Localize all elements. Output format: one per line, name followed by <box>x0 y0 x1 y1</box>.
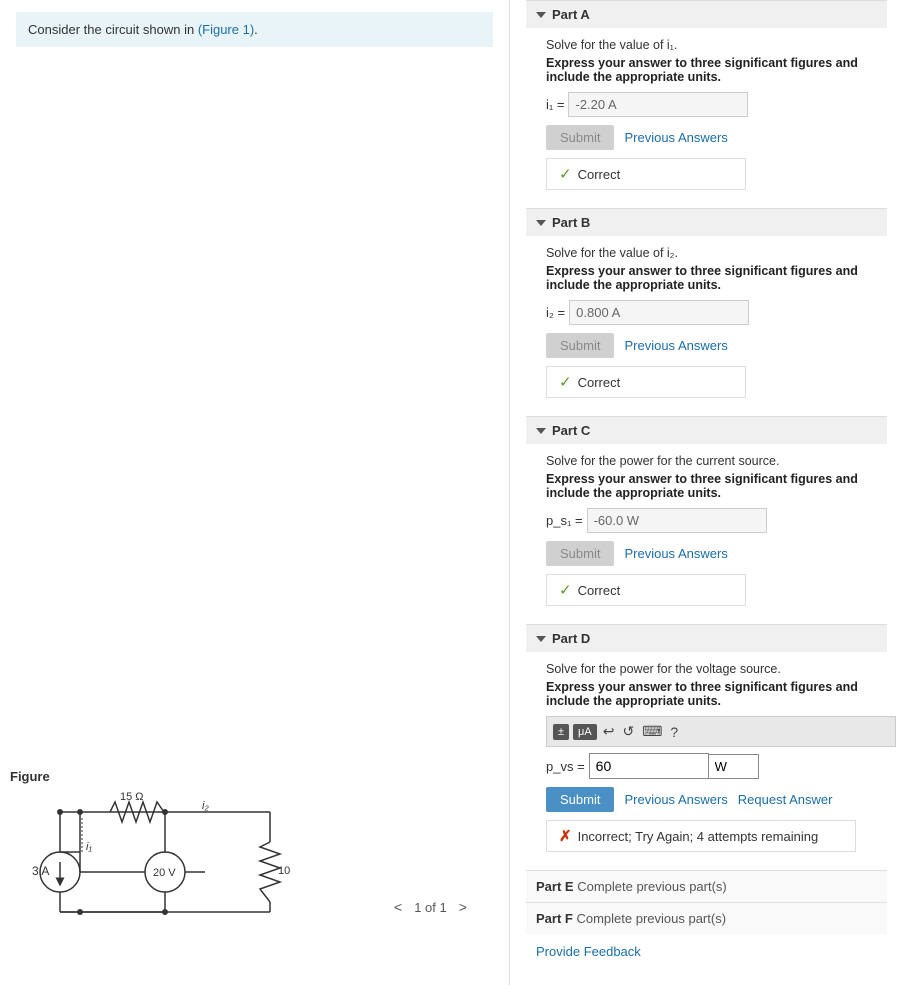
figure-link[interactable]: (Figure 1) <box>198 22 254 37</box>
part-c-solve-text: Solve for the power for the current sour… <box>546 454 877 468</box>
figure-label: Figure <box>10 769 290 784</box>
part-a-correct-text: Correct <box>578 167 621 182</box>
part-a-body: Solve for the value of i₁. Express your … <box>526 28 887 200</box>
part-b-instruction: Express your answer to three significant… <box>546 264 877 292</box>
part-c-section: Part C Solve for the power for the curre… <box>526 416 887 616</box>
right-panel: Part A Solve for the value of i₁. Expres… <box>510 0 903 985</box>
part-e-row: Part E Complete previous part(s) <box>526 870 887 902</box>
part-b-label: Part B <box>552 215 590 230</box>
part-b-header[interactable]: Part B <box>526 208 887 236</box>
toolbar-help-btn[interactable]: ? <box>668 722 680 742</box>
part-d-answer-row: p_vs = <box>546 753 877 779</box>
part-b-input[interactable] <box>569 300 749 325</box>
part-d-request-answer[interactable]: Request Answer <box>738 792 833 807</box>
part-d-x-icon: ✗ <box>559 827 572 845</box>
left-panel: Consider the circuit shown in (Figure 1)… <box>0 0 510 985</box>
svg-text:15 Ω: 15 Ω <box>120 792 144 803</box>
part-a-button-row: Submit Previous Answers <box>546 125 877 150</box>
part-c-instruction: Express your answer to three significant… <box>546 472 877 500</box>
part-a-prefix: i₁ = <box>546 97 564 112</box>
part-a-label: Part A <box>552 7 590 22</box>
svg-text:10 Ω: 10 Ω <box>278 865 290 877</box>
part-b-prefix: i₂ = <box>546 305 565 320</box>
part-d-prev-answers[interactable]: Previous Answers <box>624 792 727 807</box>
part-c-triangle <box>536 428 546 434</box>
part-d-section: Part D Solve for the power for the volta… <box>526 624 887 862</box>
part-c-label: Part C <box>552 423 590 438</box>
part-b-correct-box: ✓ Correct <box>546 366 746 398</box>
part-b-triangle <box>536 220 546 226</box>
part-a-correct-box: ✓ Correct <box>546 158 746 190</box>
prev-figure-button[interactable]: < <box>390 897 406 917</box>
part-a-triangle <box>536 12 546 18</box>
figure-nav: < 1 of 1 > <box>390 897 471 917</box>
part-f-row: Part F Complete previous part(s) <box>526 902 887 934</box>
toolbar-undo-btn[interactable]: ↩ <box>601 721 617 742</box>
part-b-solve-text: Solve for the value of i₂. <box>546 246 877 260</box>
svg-text:i₂: i₂ <box>202 800 209 812</box>
circuit-diagram: 3 A 20 V 15 Ω i₂ <box>10 792 290 925</box>
part-b-check-icon: ✓ <box>559 373 572 391</box>
part-a-input[interactable] <box>568 92 748 117</box>
figure-area: Figure 3 A 20 V <box>10 769 290 925</box>
part-d-incorrect-text: Incorrect; Try Again; 4 attempts remaini… <box>578 829 819 844</box>
part-d-label: Part D <box>552 631 590 646</box>
part-e-label: Part E <box>536 879 574 894</box>
part-a-header[interactable]: Part A <box>526 0 887 28</box>
part-a-solve-text: Solve for the value of i₁. <box>546 38 877 52</box>
problem-text: Consider the circuit shown in <box>28 22 198 37</box>
part-b-button-row: Submit Previous Answers <box>546 333 877 358</box>
part-c-correct-box: ✓ Correct <box>546 574 746 606</box>
next-figure-button[interactable]: > <box>455 897 471 917</box>
toolbar-redo-btn[interactable]: ↺ <box>620 721 636 742</box>
part-d-body: Solve for the power for the voltage sour… <box>526 652 887 862</box>
part-b-correct-text: Correct <box>578 375 621 390</box>
part-d-header[interactable]: Part D <box>526 624 887 652</box>
part-c-header[interactable]: Part C <box>526 416 887 444</box>
part-d-input[interactable] <box>589 753 709 779</box>
part-d-instruction: Express your answer to three significant… <box>546 680 877 708</box>
toolbar-keyboard-btn[interactable]: ⌨ <box>640 721 664 742</box>
part-c-submit[interactable]: Submit <box>546 541 614 566</box>
part-d-button-row: Submit Previous Answers Request Answer <box>546 787 877 812</box>
part-a-check-icon: ✓ <box>559 165 572 183</box>
toolbar-ua-btn[interactable]: μA <box>573 724 597 740</box>
part-d-incorrect-box: ✗ Incorrect; Try Again; 4 attempts remai… <box>546 820 856 852</box>
part-c-prev-answers[interactable]: Previous Answers <box>624 546 727 561</box>
svg-text:3 A: 3 A <box>32 864 49 878</box>
svg-text:i₁: i₁ <box>86 841 92 853</box>
part-c-body: Solve for the power for the current sour… <box>526 444 887 616</box>
svg-text:20 V: 20 V <box>153 867 176 879</box>
provide-feedback-link[interactable]: Provide Feedback <box>526 934 887 969</box>
toolbar-plusminus-btn[interactable]: ± <box>553 724 569 740</box>
part-b-body: Solve for the value of i₂. Express your … <box>526 236 887 408</box>
part-d-solve-text: Solve for the power for the voltage sour… <box>546 662 877 676</box>
circuit-svg: 3 A 20 V 15 Ω i₂ <box>10 792 290 922</box>
part-a-submit[interactable]: Submit <box>546 125 614 150</box>
part-d-toolbar: ± μA ↩ ↺ ⌨ ? <box>546 716 896 747</box>
part-b-prev-answers[interactable]: Previous Answers <box>624 338 727 353</box>
part-a-section: Part A Solve for the value of i₁. Expres… <box>526 0 887 200</box>
part-d-submit[interactable]: Submit <box>546 787 614 812</box>
part-c-correct-text: Correct <box>578 583 621 598</box>
part-a-instruction: Express your answer to three significant… <box>546 56 877 84</box>
part-c-check-icon: ✓ <box>559 581 572 599</box>
part-c-prefix: p_s₁ = <box>546 513 583 528</box>
part-c-input[interactable] <box>587 508 767 533</box>
part-d-unit-input[interactable] <box>709 754 759 779</box>
part-d-prefix: p_vs = <box>546 759 585 774</box>
part-f-label: Part F <box>536 911 573 926</box>
part-a-answer-row: i₁ = <box>546 92 877 117</box>
part-b-submit[interactable]: Submit <box>546 333 614 358</box>
part-c-answer-row: p_s₁ = <box>546 508 877 533</box>
part-c-button-row: Submit Previous Answers <box>546 541 877 566</box>
problem-statement: Consider the circuit shown in (Figure 1)… <box>16 12 493 47</box>
part-b-section: Part B Solve for the value of i₂. Expres… <box>526 208 887 408</box>
part-b-answer-row: i₂ = <box>546 300 877 325</box>
figure-page: 1 of 1 <box>414 900 447 915</box>
part-a-prev-answers[interactable]: Previous Answers <box>624 130 727 145</box>
part-d-triangle <box>536 636 546 642</box>
